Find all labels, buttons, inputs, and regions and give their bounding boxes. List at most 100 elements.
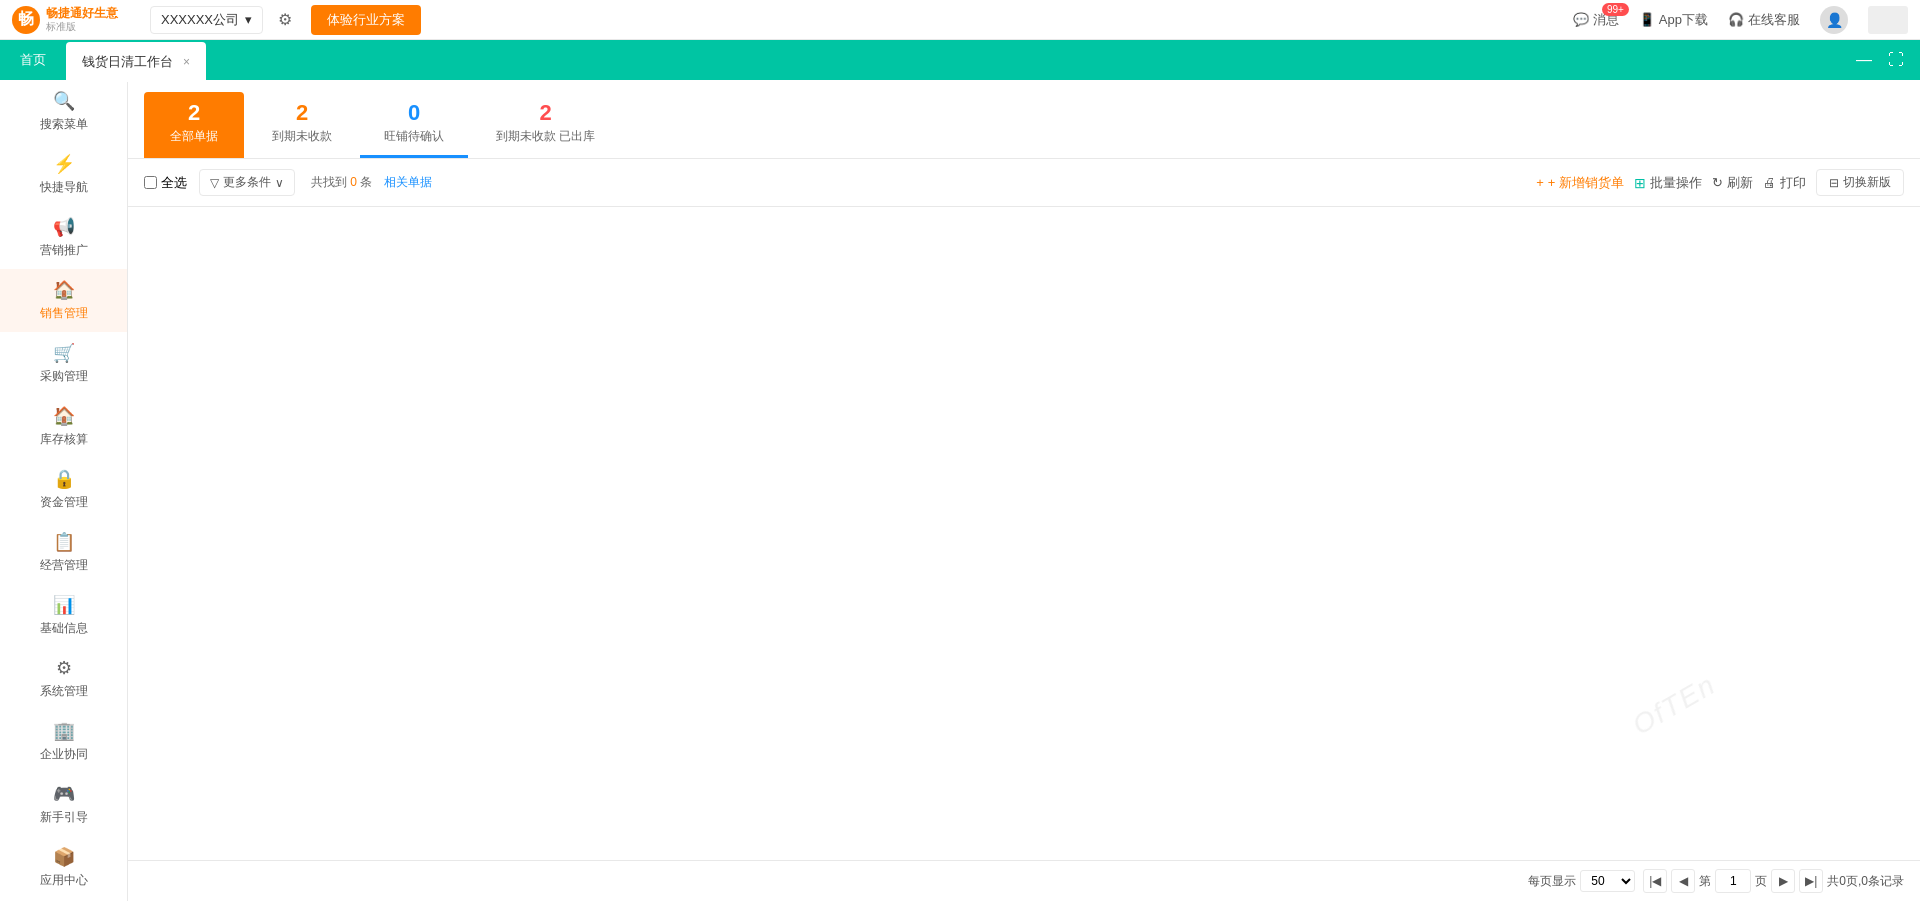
add-label: + 新增销货单 bbox=[1548, 174, 1624, 192]
sidebar-item-search[interactable]: 🔍 搜索菜单 bbox=[0, 80, 127, 143]
company-name: XXXXXX公司 bbox=[161, 11, 239, 29]
sidebar-item-operations[interactable]: 📋 经营管理 bbox=[0, 521, 127, 584]
select-all-checkbox[interactable]: 全选 bbox=[144, 174, 187, 192]
finance-icon: 🔒 bbox=[53, 468, 75, 490]
download-icon: 📱 bbox=[1639, 12, 1655, 27]
filter-chevron: ∨ bbox=[275, 176, 284, 190]
tab-label: 钱货日清工作台 bbox=[82, 53, 173, 71]
page-size-selector: 每页显示 50 100 bbox=[1528, 870, 1635, 892]
stat-label-overdue: 到期未收款 bbox=[272, 128, 332, 145]
refresh-icon: ↻ bbox=[1712, 175, 1723, 190]
sidebar-label-guide: 新手引导 bbox=[40, 809, 88, 826]
sidebar-item-appcenter[interactable]: 📦 应用中心 bbox=[0, 836, 127, 899]
sidebar-item-system[interactable]: ⚙ 系统管理 bbox=[0, 647, 127, 710]
top-right-actions: 💬 消息 99+ 📱 App下载 🎧 在线客服 👤 bbox=[1573, 6, 1908, 34]
system-icon: ⚙ bbox=[56, 657, 72, 679]
stat-label-wangpu: 旺铺待确认 bbox=[384, 128, 444, 145]
online-service-action[interactable]: 🎧 在线客服 bbox=[1728, 11, 1800, 29]
sidebar-item-purchase[interactable]: 🛒 采购管理 bbox=[0, 332, 127, 395]
page-number-input[interactable] bbox=[1715, 869, 1751, 893]
sidebar-label-basicinfo: 基础信息 bbox=[40, 620, 88, 637]
app-download-action[interactable]: 📱 App下载 bbox=[1639, 11, 1708, 29]
select-all-input[interactable] bbox=[144, 176, 157, 189]
trial-button[interactable]: 体验行业方案 bbox=[311, 5, 421, 35]
found-text: 共找到 0 条 bbox=[311, 174, 372, 191]
tab-maximize-icon[interactable]: ⛶ bbox=[1884, 48, 1908, 72]
settings-icon[interactable]: ⚙ bbox=[271, 6, 299, 34]
first-page-button[interactable]: |◀ bbox=[1643, 869, 1667, 893]
sidebar-item-inventory[interactable]: 🏠 库存核算 bbox=[0, 395, 127, 458]
stat-tab-overdueout[interactable]: 2 到期未收款 已出库 bbox=[472, 92, 619, 158]
avatar[interactable]: 👤 bbox=[1820, 6, 1848, 34]
tab-close-icon[interactable]: × bbox=[183, 55, 190, 69]
sidebar-item-finance[interactable]: 🔒 资金管理 bbox=[0, 458, 127, 521]
top-bar: 畅 畅捷通好生意 标准版 XXXXXX公司 ▾ ⚙ 体验行业方案 💬 消息 99… bbox=[0, 0, 1920, 40]
messages-action[interactable]: 💬 消息 99+ bbox=[1573, 11, 1619, 29]
sidebar-label-sales: 销售管理 bbox=[40, 305, 88, 322]
sidebar-label-system: 系统管理 bbox=[40, 683, 88, 700]
sidebar-item-guide[interactable]: 🎮 新手引导 bbox=[0, 773, 127, 836]
switch-icon: ⊟ bbox=[1829, 176, 1839, 190]
refresh-button[interactable]: ↻ 刷新 bbox=[1712, 174, 1753, 192]
add-icon: + bbox=[1536, 175, 1544, 190]
enterprise-icon: 🏢 bbox=[53, 720, 75, 742]
print-button[interactable]: 🖨 打印 bbox=[1763, 174, 1806, 192]
service-icon: 🎧 bbox=[1728, 12, 1744, 27]
stat-num-wangpu: 0 bbox=[408, 100, 420, 126]
tab-bar: 首页 钱货日清工作台 × — ⛶ bbox=[0, 40, 1920, 80]
per-page-select[interactable]: 50 100 bbox=[1580, 870, 1635, 892]
company-selector[interactable]: XXXXXX公司 ▾ bbox=[150, 6, 263, 34]
page-label: 第 bbox=[1699, 873, 1711, 890]
sidebar-item-basicinfo[interactable]: 📊 基础信息 bbox=[0, 584, 127, 647]
sidebar-item-marketing[interactable]: 📢 营销推广 bbox=[0, 206, 127, 269]
app-download-label: App下载 bbox=[1659, 11, 1708, 29]
sidebar-label-marketing: 营销推广 bbox=[40, 242, 88, 259]
app-subtitle: 标准版 bbox=[46, 21, 118, 33]
batch-icon: ⊞ bbox=[1634, 175, 1646, 191]
next-page-button[interactable]: ▶ bbox=[1771, 869, 1795, 893]
related-link[interactable]: 相关单据 bbox=[384, 174, 432, 191]
tab-bar-right: — ⛶ bbox=[1852, 48, 1920, 72]
stat-label-overdueout: 到期未收款 已出库 bbox=[496, 128, 595, 145]
sidebar-label-quicknav: 快捷导航 bbox=[40, 179, 88, 196]
stat-tab-wangpu[interactable]: 0 旺铺待确认 bbox=[360, 92, 468, 158]
tab-work-bench[interactable]: 钱货日清工作台 × bbox=[66, 42, 206, 82]
switch-version-button[interactable]: ⊟ 切换新版 bbox=[1816, 169, 1904, 196]
sidebar-item-sales[interactable]: 🏠 销售管理 bbox=[0, 269, 127, 332]
quicknav-icon: ⚡ bbox=[53, 153, 75, 175]
select-all-label: 全选 bbox=[161, 174, 187, 192]
batch-operations-button[interactable]: ⊞ 批量操作 bbox=[1634, 174, 1702, 192]
last-page-button[interactable]: ▶| bbox=[1799, 869, 1823, 893]
pagination-bar: 每页显示 50 100 |◀ ◀ 第 页 ▶ ▶| 共0页,0条记录 bbox=[128, 860, 1920, 901]
sidebar-label-search: 搜索菜单 bbox=[40, 116, 88, 133]
appcenter-icon: 📦 bbox=[53, 846, 75, 868]
sidebar-item-quicknav[interactable]: ⚡ 快捷导航 bbox=[0, 143, 127, 206]
sidebar-item-enterprise[interactable]: 🏢 企业协同 bbox=[0, 710, 127, 773]
logo-area: 畅 畅捷通好生意 标准版 bbox=[12, 6, 140, 34]
prev-page-button[interactable]: ◀ bbox=[1671, 869, 1695, 893]
found-unit: 条 bbox=[360, 175, 372, 189]
sidebar-label-enterprise: 企业协同 bbox=[40, 746, 88, 763]
page-unit: 页 bbox=[1755, 873, 1767, 890]
tab-home[interactable]: 首页 bbox=[0, 40, 66, 80]
guide-icon: 🎮 bbox=[53, 783, 75, 805]
print-label: 打印 bbox=[1780, 174, 1806, 192]
sidebar-label-purchase: 采购管理 bbox=[40, 368, 88, 385]
toolbar-right: + + 新增销货单 ⊞ 批量操作 ↻ 刷新 🖨 打印 ⊟ 切换新版 bbox=[1536, 169, 1904, 196]
stat-tab-all[interactable]: 2 全部单据 bbox=[144, 92, 244, 158]
add-sales-button[interactable]: + + 新增销货单 bbox=[1536, 174, 1624, 192]
sidebar-label-appcenter: 应用中心 bbox=[40, 872, 88, 889]
search-icon: 🔍 bbox=[53, 90, 75, 112]
stat-tab-overdue[interactable]: 2 到期未收款 bbox=[248, 92, 356, 158]
total-records: 共0页,0条记录 bbox=[1827, 873, 1904, 890]
sidebar-label-finance: 资金管理 bbox=[40, 494, 88, 511]
avatar-extra bbox=[1868, 6, 1908, 34]
online-service-label: 在线客服 bbox=[1748, 11, 1800, 29]
switch-label: 切换新版 bbox=[1843, 174, 1891, 191]
refresh-label: 刷新 bbox=[1727, 174, 1753, 192]
filter-button[interactable]: ▽ 更多条件 ∨ bbox=[199, 169, 295, 196]
sidebar-label-operations: 经营管理 bbox=[40, 557, 88, 574]
tab-minimize-icon[interactable]: — bbox=[1852, 48, 1876, 72]
message-icon: 💬 bbox=[1573, 12, 1589, 27]
logo-icon: 畅 bbox=[12, 6, 40, 34]
